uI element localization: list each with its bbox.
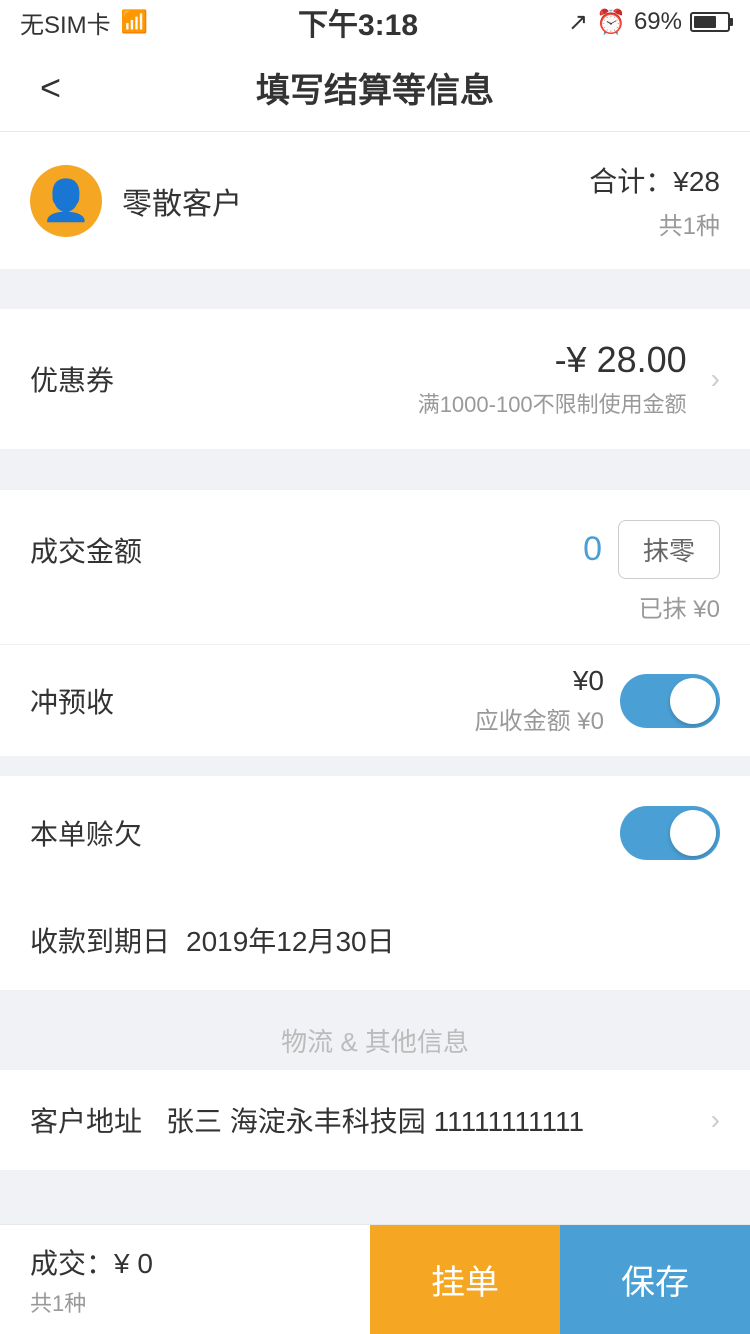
avatar: 👤 <box>30 165 102 237</box>
coupon-row[interactable]: 优惠券 -¥ 28.00 满1000-100不限制使用金额 › <box>0 309 750 450</box>
customer-right: 合计：¥28 共1种 <box>589 160 720 241</box>
coupon-amount: -¥ 28.00 <box>418 339 687 381</box>
coupon-description: 满1000-100不限制使用金额 <box>418 387 687 419</box>
logistics-divider: 物流 & 其他信息 <box>0 1010 750 1070</box>
already-rounded-text: 已抹 ¥0 <box>0 589 750 644</box>
due-date-row[interactable]: 收款到期日 2019年12月30日 <box>0 890 750 990</box>
prepayment-sub-amount: 应收金额 ¥0 <box>475 701 604 736</box>
alarm-icon: ⏰ <box>596 8 626 37</box>
coupon-right: -¥ 28.00 满1000-100不限制使用金额 › <box>418 339 720 419</box>
back-button[interactable]: < <box>30 57 71 119</box>
battery-percent: 69% <box>634 8 682 36</box>
divider-2 <box>0 756 750 776</box>
chevron-right-icon: › <box>711 363 720 395</box>
address-label: 客户地址 <box>30 1100 142 1140</box>
logistics-text: 物流 & 其他信息 <box>281 1022 469 1059</box>
location-icon: ↗ <box>568 8 588 37</box>
debt-label: 本单赊欠 <box>30 813 142 853</box>
address-value: 张三 海淀永丰科技园 11111111111 <box>166 1100 711 1140</box>
prepayment-amounts: ¥0 应收金额 ¥0 <box>475 665 604 736</box>
due-date-label: 收款到期日 <box>30 920 170 960</box>
battery-icon <box>690 12 730 32</box>
customer-name: 零散客户 <box>122 179 242 223</box>
status-left: 无SIM卡 📶 <box>20 5 148 40</box>
address-row[interactable]: 客户地址 张三 海淀永丰科技园 11111111111 › <box>0 1070 750 1170</box>
bottom-summary: 成交：¥ 0 共1种 <box>0 1242 370 1318</box>
prepayment-label: 冲预收 <box>30 681 114 721</box>
total-amount: 合计：¥28 <box>589 160 720 200</box>
hang-button[interactable]: 挂单 <box>370 1225 560 1334</box>
customer-row: 👤 零散客户 合计：¥28 共1种 <box>0 132 750 269</box>
prepayment-toggle[interactable] <box>620 674 720 728</box>
toggle-knob <box>670 678 716 724</box>
customer-left: 👤 零散客户 <box>30 165 242 237</box>
debt-toggle[interactable] <box>620 806 720 860</box>
status-bar: 无SIM卡 📶 下午3:18 ↗ ⏰ 69% <box>0 0 750 44</box>
debt-toggle-knob <box>670 810 716 856</box>
coupon-label: 优惠券 <box>30 359 114 399</box>
status-time: 下午3:18 <box>298 0 418 44</box>
debt-section: 本单赊欠 收款到期日 2019年12月30日 <box>0 776 750 990</box>
nav-bar: < 填写结算等信息 <box>0 44 750 132</box>
transaction-amount: 0 <box>583 530 602 569</box>
total-count: 共1种 <box>589 206 720 241</box>
wifi-icon: 📶 <box>121 9 148 35</box>
content: 👤 零散客户 合计：¥28 共1种 优惠券 -¥ 28.00 满1000-100… <box>0 132 750 1290</box>
debt-row: 本单赊欠 <box>0 776 750 890</box>
divider-1 <box>0 470 750 490</box>
due-date-value: 2019年12月30日 <box>186 920 395 960</box>
prepayment-row: 冲预收 ¥0 应收金额 ¥0 <box>0 644 750 756</box>
bottom-bar: 成交：¥ 0 共1种 挂单 保存 <box>0 1224 750 1334</box>
address-chevron-icon: › <box>711 1104 720 1136</box>
avatar-icon: 👤 <box>41 177 91 224</box>
bottom-count: 共1种 <box>30 1286 340 1318</box>
transaction-right: 0 抹零 <box>583 520 720 579</box>
prepayment-main-amount: ¥0 <box>475 665 604 697</box>
transaction-label: 成交金额 <box>30 530 142 570</box>
bottom-transaction-label: 成交：¥ 0 <box>30 1242 340 1282</box>
page-title: 填写结算等信息 <box>256 63 494 112</box>
transaction-section: 成交金额 0 抹零 已抹 ¥0 冲预收 ¥0 应收金额 ¥0 <box>0 490 750 756</box>
status-right: ↗ ⏰ 69% <box>568 8 730 37</box>
space-1 <box>0 289 750 309</box>
round-button[interactable]: 抹零 <box>618 520 720 579</box>
coupon-section: 优惠券 -¥ 28.00 满1000-100不限制使用金额 › <box>0 309 750 450</box>
save-button[interactable]: 保存 <box>560 1225 750 1334</box>
carrier-label: 无SIM卡 <box>20 5 111 40</box>
transaction-row: 成交金额 0 抹零 <box>0 490 750 589</box>
prepayment-right: ¥0 应收金额 ¥0 <box>475 665 720 736</box>
